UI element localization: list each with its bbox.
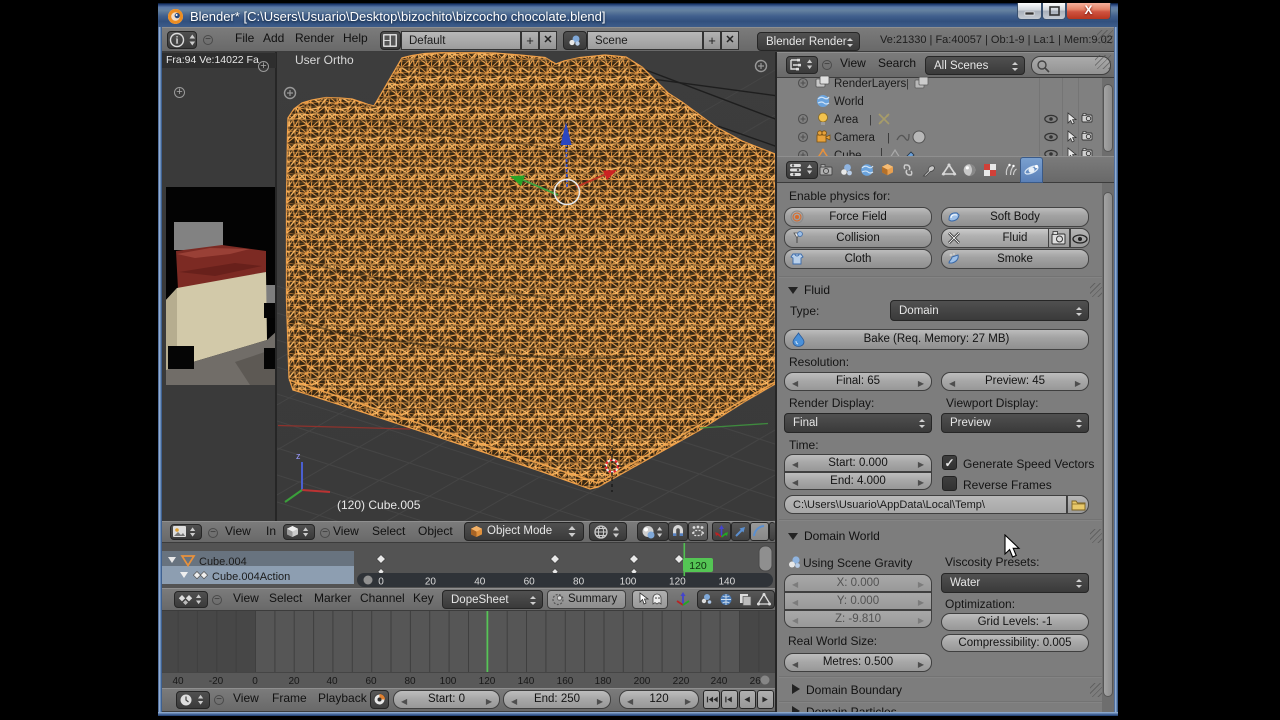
svg-text:0: 0 xyxy=(252,676,258,687)
svg-text:20: 20 xyxy=(288,676,300,687)
svg-text:80: 80 xyxy=(404,676,416,687)
svg-text:Cube.004: Cube.004 xyxy=(199,556,247,568)
svg-text:40: 40 xyxy=(172,676,184,687)
svg-text:RenderLayers: RenderLayers xyxy=(834,78,906,90)
svg-text:120: 120 xyxy=(479,676,496,687)
svg-text:Area: Area xyxy=(834,114,859,126)
svg-text:140: 140 xyxy=(718,577,735,588)
svg-text:|: | xyxy=(906,78,909,90)
svg-text:0: 0 xyxy=(378,577,384,588)
svg-text:|: | xyxy=(887,132,890,144)
svg-text:140: 140 xyxy=(518,676,535,687)
svg-text:120: 120 xyxy=(669,577,686,588)
svg-text:World: World xyxy=(834,96,864,108)
svg-text:60: 60 xyxy=(524,577,536,588)
svg-text:200: 200 xyxy=(634,676,651,687)
svg-text:Camera: Camera xyxy=(834,132,876,144)
svg-text:220: 220 xyxy=(673,676,690,687)
svg-text:80: 80 xyxy=(573,577,585,588)
svg-text:40: 40 xyxy=(326,676,338,687)
svg-text:100: 100 xyxy=(620,577,637,588)
svg-text:-20: -20 xyxy=(209,676,224,687)
svg-text:180: 180 xyxy=(595,676,612,687)
svg-text:100: 100 xyxy=(440,676,457,687)
svg-text:40: 40 xyxy=(474,577,486,588)
svg-text:|: | xyxy=(869,114,872,126)
svg-text:20: 20 xyxy=(425,577,437,588)
svg-text:60: 60 xyxy=(365,676,377,687)
svg-text:z: z xyxy=(296,451,301,461)
svg-text:160: 160 xyxy=(557,676,574,687)
svg-text:(120) Cube.005: (120) Cube.005 xyxy=(337,498,421,512)
svg-text:User Ortho: User Ortho xyxy=(295,53,354,67)
svg-text:Cube.004Action: Cube.004Action xyxy=(212,571,290,582)
svg-text:|: | xyxy=(880,147,883,156)
svg-text:240: 240 xyxy=(711,676,728,687)
svg-text:i: i xyxy=(176,36,179,47)
svg-text:120: 120 xyxy=(689,560,707,572)
